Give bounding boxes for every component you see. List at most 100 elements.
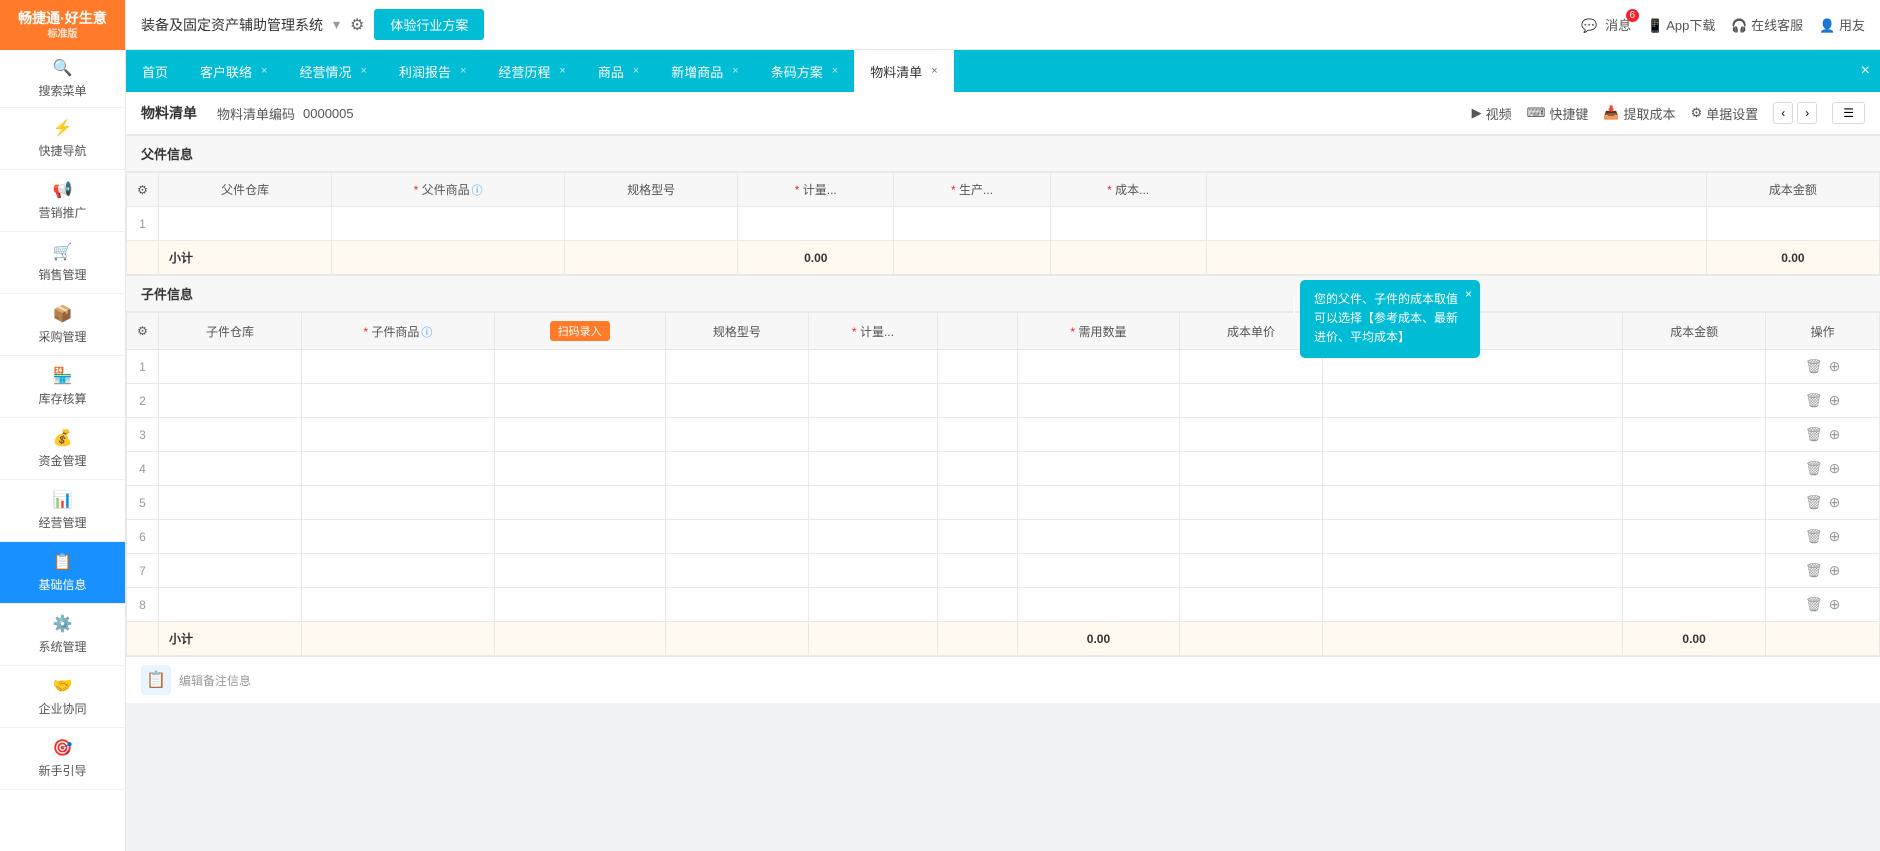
child-row-4-required-qty[interactable] (1017, 452, 1179, 486)
parent-row-1-cost[interactable] (1050, 207, 1206, 241)
delete-icon-row-6[interactable]: 🗑 (1805, 528, 1823, 545)
sidebar-item-guide[interactable]: 🎯 新手引导 (0, 728, 125, 790)
view-video-btn[interactable]: ▶ 视频 (1472, 104, 1512, 123)
delete-icon-row-2[interactable]: 🗑 (1805, 392, 1823, 409)
child-row-7-unit-cost[interactable] (1179, 554, 1322, 588)
child-row-4-unit[interactable] (808, 452, 937, 486)
app-download[interactable]: 📱 App下载 (1647, 15, 1715, 34)
tab-operations[interactable]: 经营情况 × (283, 50, 382, 92)
tab-close-operations[interactable]: × (360, 65, 366, 77)
sidebar-item-purchase[interactable]: 📦 采购管理 (0, 294, 125, 356)
child-row-6-required-qty[interactable] (1017, 520, 1179, 554)
child-row-5-unit-cost[interactable] (1179, 486, 1322, 520)
child-row-8-spec[interactable] (665, 588, 808, 622)
copy-icon-row-6[interactable]: ⊕ (1829, 528, 1841, 545)
child-row-6-spec[interactable] (665, 520, 808, 554)
close-all-tabs[interactable]: × (1851, 62, 1880, 80)
tab-new-goods[interactable]: 新增商品 × (655, 50, 754, 92)
child-row-2-goods[interactable] (302, 384, 494, 418)
child-row-1-spec[interactable] (665, 350, 808, 384)
delete-icon-row-4[interactable]: 🗑 (1805, 460, 1823, 477)
tab-bom[interactable]: 物料清单 × (854, 50, 953, 92)
child-row-6-unit[interactable] (808, 520, 937, 554)
sidebar-item-search[interactable]: 🔍 搜索菜单 (0, 50, 125, 108)
delete-icon-row-8[interactable]: 🗑 (1805, 596, 1823, 613)
tab-close-profit[interactable]: × (460, 65, 466, 77)
child-row-2-spec[interactable] (665, 384, 808, 418)
single-setting-btn[interactable]: ⚙ 单据设置 (1691, 104, 1759, 123)
sidebar-item-basic[interactable]: 📋 基础信息 (0, 542, 125, 604)
copy-icon-row-1[interactable]: ⊕ (1829, 358, 1841, 375)
child-row-3-goods[interactable] (302, 418, 494, 452)
child-row-4-spec[interactable] (665, 452, 808, 486)
child-row-2-unit[interactable] (808, 384, 937, 418)
child-row-2-unit-cost[interactable] (1179, 384, 1322, 418)
th-parent-settings[interactable]: ⚙ (127, 173, 159, 207)
child-row-5-unit[interactable] (808, 486, 937, 520)
child-row-1-goods[interactable] (302, 350, 494, 384)
tab-close-goods[interactable]: × (633, 65, 639, 77)
child-row-6-goods[interactable] (302, 520, 494, 554)
parent-row-1-spec[interactable] (565, 207, 738, 241)
delete-icon-row-3[interactable]: 🗑 (1805, 426, 1823, 443)
child-row-5-required-qty[interactable] (1017, 486, 1179, 520)
tab-close-bom[interactable]: × (931, 65, 937, 77)
scan-btn[interactable]: 扫码录入 (550, 321, 610, 341)
child-row-3-required-qty[interactable] (1017, 418, 1179, 452)
child-row-7-spec[interactable] (665, 554, 808, 588)
child-row-4-warehouse[interactable] (159, 452, 302, 486)
child-row-8-unit-cost[interactable] (1179, 588, 1322, 622)
tab-barcode[interactable]: 条码方案 × (755, 50, 854, 92)
tab-close-history[interactable]: × (559, 65, 565, 77)
tab-close-barcode[interactable]: × (832, 65, 838, 77)
delete-icon-row-5[interactable]: 🗑 (1805, 494, 1823, 511)
copy-icon-row-4[interactable]: ⊕ (1829, 460, 1841, 477)
tab-close-new-goods[interactable]: × (732, 65, 738, 77)
child-row-3-unit[interactable] (808, 418, 937, 452)
notes-icon[interactable]: 📋 (141, 665, 171, 695)
child-row-1-unit[interactable] (808, 350, 937, 384)
dropdown-arrow-icon[interactable]: ▾ (333, 16, 340, 33)
sidebar-item-operations[interactable]: 📊 经营管理 (0, 480, 125, 542)
extract-cost-btn[interactable]: 📥 提取成本 (1603, 104, 1675, 123)
child-row-8-goods[interactable] (302, 588, 494, 622)
child-row-3-unit-cost[interactable] (1179, 418, 1322, 452)
sidebar-item-system[interactable]: ⚙️ 系统管理 (0, 604, 125, 666)
child-row-2-required-qty[interactable] (1017, 384, 1179, 418)
child-row-8-unit[interactable] (808, 588, 937, 622)
tab-home[interactable]: 首页 (126, 50, 184, 92)
sidebar-item-enterprise[interactable]: 🤝 企业协同 (0, 666, 125, 728)
child-row-5-warehouse[interactable] (159, 486, 302, 520)
child-row-6-warehouse[interactable] (159, 520, 302, 554)
child-row-8-required-qty[interactable] (1017, 588, 1179, 622)
child-row-1-required-qty[interactable] (1017, 350, 1179, 384)
child-row-6-unit-cost[interactable] (1179, 520, 1322, 554)
prev-arrow[interactable]: ‹ (1773, 102, 1793, 124)
child-row-4-goods[interactable] (302, 452, 494, 486)
gear-settings-icon[interactable]: ⚙ (350, 15, 364, 35)
child-row-4-unit-cost[interactable] (1179, 452, 1322, 486)
online-service[interactable]: 🎧 在线客服 (1731, 15, 1803, 34)
child-row-7-required-qty[interactable] (1017, 554, 1179, 588)
copy-icon-row-7[interactable]: ⊕ (1829, 562, 1841, 579)
copy-icon-row-5[interactable]: ⊕ (1829, 494, 1841, 511)
parent-row-1-unit[interactable] (738, 207, 894, 241)
delete-icon-row-1[interactable]: 🗑 (1805, 358, 1823, 375)
user-avatar[interactable]: 👤 用友 (1819, 15, 1865, 34)
parent-row-1-warehouse[interactable] (159, 207, 332, 241)
delete-icon-row-7[interactable]: 🗑 (1805, 562, 1823, 579)
tab-close-customer[interactable]: × (261, 65, 267, 77)
next-arrow[interactable]: › (1797, 102, 1817, 124)
child-row-8-warehouse[interactable] (159, 588, 302, 622)
sidebar-item-sales[interactable]: 🛒 销售管理 (0, 232, 125, 294)
child-row-5-goods[interactable] (302, 486, 494, 520)
copy-icon-row-3[interactable]: ⊕ (1829, 426, 1841, 443)
tab-goods[interactable]: 商品 × (582, 50, 655, 92)
child-row-1-warehouse[interactable] (159, 350, 302, 384)
child-row-3-warehouse[interactable] (159, 418, 302, 452)
sidebar-item-quicknav[interactable]: ⚡ 快捷导航 (0, 108, 125, 170)
child-row-3-spec[interactable] (665, 418, 808, 452)
child-row-7-unit[interactable] (808, 554, 937, 588)
th-child-settings[interactable]: ⚙ (127, 313, 159, 350)
child-row-5-spec[interactable] (665, 486, 808, 520)
